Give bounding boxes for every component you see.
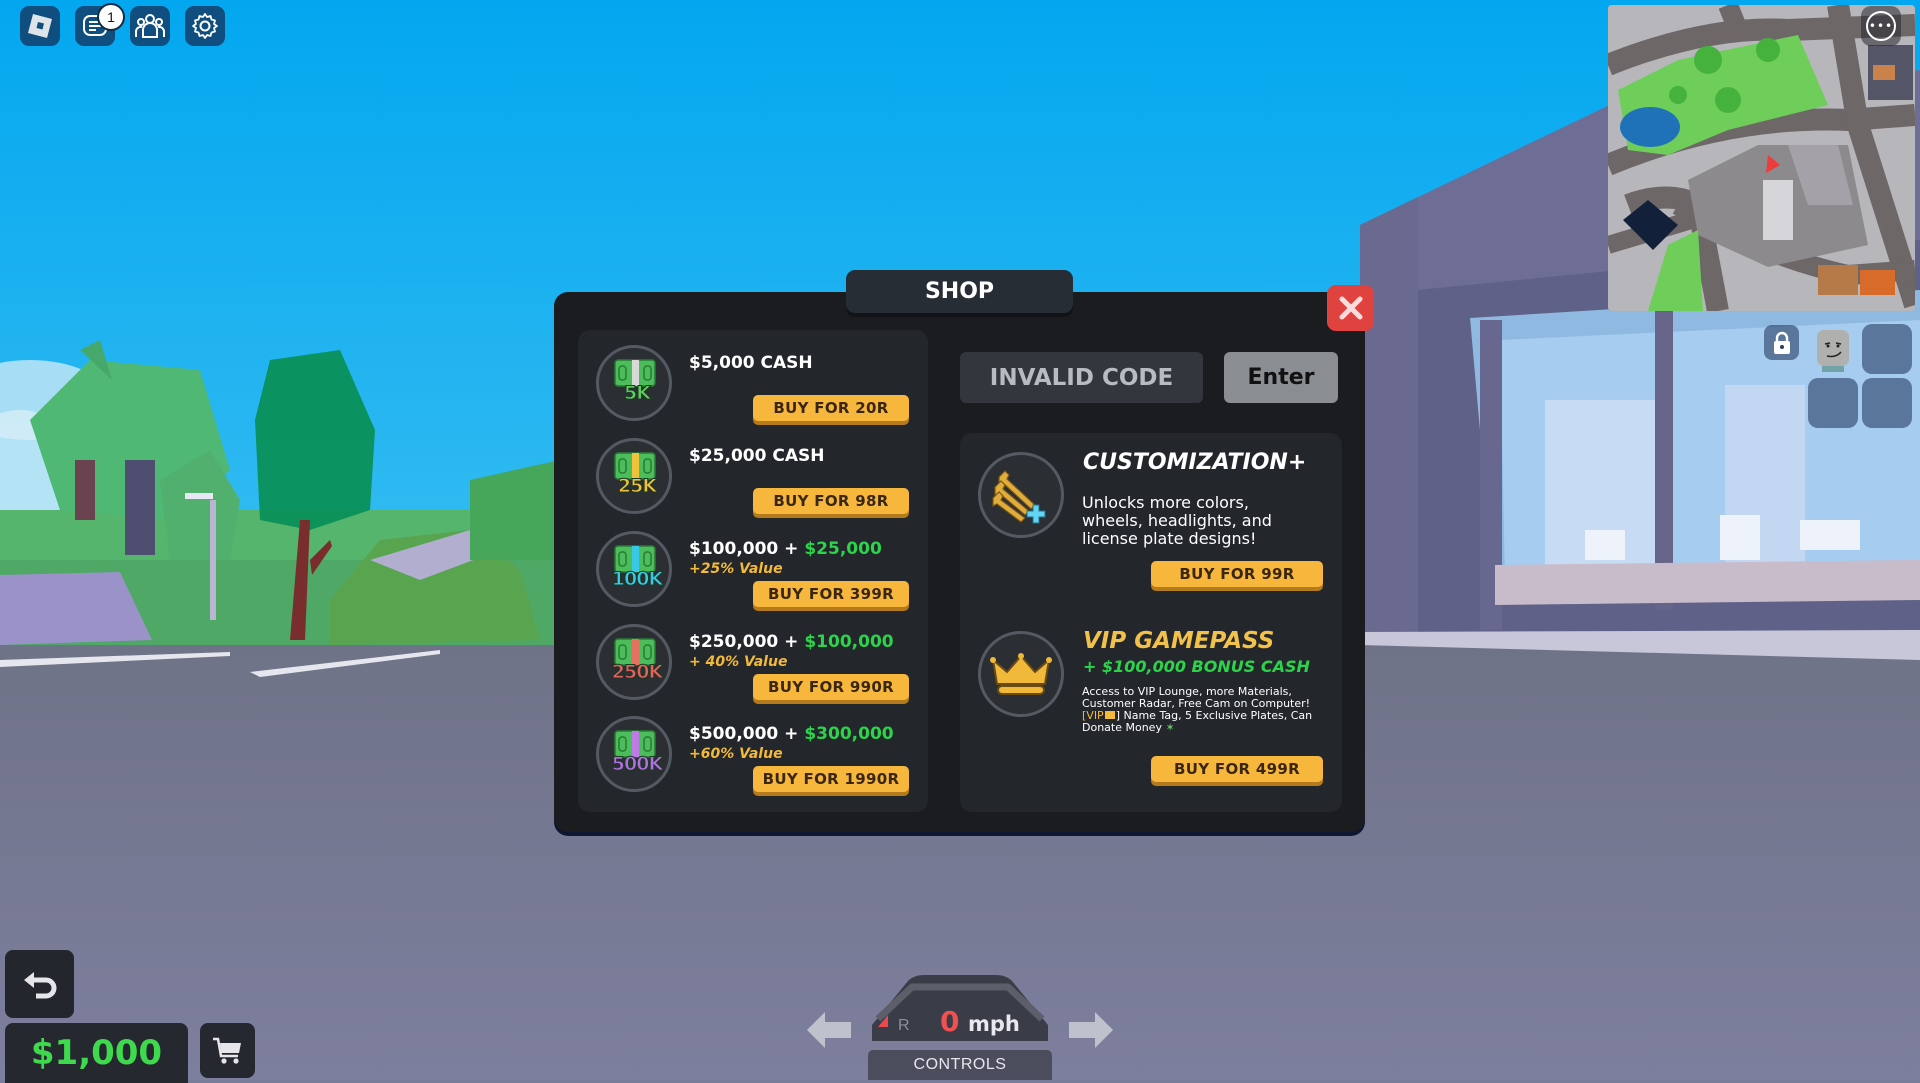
speed-unit: mph [968, 1012, 1020, 1036]
back-button[interactable] [5, 950, 74, 1018]
cash-pack-icon: 500K [596, 716, 672, 792]
cash-pack-bonus-amount: $25,000 [804, 539, 882, 559]
wrench-plus-icon [992, 470, 1046, 524]
cash-pack-amount-label: 5K [624, 382, 652, 405]
cash-pack-amount-label: 500K [611, 753, 663, 776]
minimap-map [1608, 5, 1915, 311]
cash-pack-icon: 250K [596, 624, 672, 700]
cash-pack-title: $25,000 CASH [689, 446, 824, 466]
buy-cash-pack-button[interactable]: BUY FOR 98R [753, 488, 909, 514]
arrow-right-icon[interactable] [1065, 1010, 1115, 1050]
buy-cash-pack-button[interactable]: BUY FOR 20R [753, 395, 909, 421]
close-shop-button[interactable] [1327, 285, 1374, 331]
vip-bonus-cash: + $100,000 BONUS CASH [1083, 657, 1310, 676]
cash-pack-icon: 100K [596, 531, 672, 607]
controls-button[interactable]: CONTROLS [868, 1050, 1052, 1080]
camera-lock-button[interactable] [1764, 325, 1799, 360]
arrow-left-icon[interactable] [805, 1010, 855, 1050]
settings-button[interactable] [185, 6, 225, 46]
inventory-slot[interactable] [1862, 378, 1912, 428]
more-options-button[interactable]: ••• [1861, 6, 1901, 46]
cash-pack-title: $100,000 + $25,000 [689, 539, 882, 559]
friends-button[interactable] [130, 6, 170, 46]
cash-pack-value-label: +60% Value [689, 746, 783, 762]
buy-customization-button[interactable]: BUY FOR 99R [1151, 561, 1323, 587]
crown-icon [990, 653, 1052, 695]
cash-pack-icon: 5K [596, 345, 672, 421]
enter-code-button[interactable]: Enter [1224, 352, 1338, 403]
avatar-slot[interactable] [1808, 324, 1858, 374]
close-icon [1339, 296, 1362, 320]
buy-cash-pack-button[interactable]: BUY FOR 1990R [753, 766, 909, 792]
cash-pack-amount-label: 250K [611, 661, 663, 684]
speedometer-frame [872, 975, 1048, 1041]
customization-description: Unlocks more colors, wheels, headlights,… [1082, 493, 1272, 548]
cash-pack-title: $5,000 CASH [689, 353, 813, 373]
cash-pack-base-amount: $250,000 + [689, 632, 805, 652]
customization-title: CUSTOMIZATION+ [1083, 450, 1307, 475]
code-input[interactable] [960, 352, 1203, 403]
buy-cash-pack-button[interactable]: BUY FOR 990R [753, 674, 909, 700]
shop-title: SHOP [846, 270, 1073, 313]
lock-icon [1773, 331, 1790, 354]
inventory-slot[interactable] [1862, 324, 1912, 374]
cash-pack-title: $250,000 + $100,000 [689, 632, 894, 652]
cash-pack-base-amount: $100,000 + [689, 539, 805, 559]
avatar-head-icon [1817, 330, 1849, 372]
speed-value: 0 [940, 1005, 960, 1038]
shop-cart-button[interactable] [200, 1023, 255, 1078]
gear-icon [192, 13, 218, 39]
gear-indicator: R [898, 1017, 910, 1034]
vip-description: Access to VIP Lounge, more Materials, Cu… [1082, 685, 1313, 734]
cash-pack-bonus-amount: $300,000 [804, 724, 894, 744]
money-emoji-icon: ✶ [1165, 721, 1175, 734]
buy-cash-pack-button[interactable]: BUY FOR 399R [753, 581, 909, 607]
cash-pack-bonus-amount: $100,000 [804, 632, 894, 652]
speedometer: R 0 mph [868, 975, 1052, 1045]
ellipsis-icon: ••• [1866, 11, 1896, 41]
roblox-logo-icon [28, 14, 52, 38]
cash-pack-base-amount: $25,000 CASH [689, 446, 825, 466]
cash-pack-title: $500,000 + $300,000 [689, 724, 894, 744]
vip-gamepass-icon [978, 631, 1064, 717]
chat-notification-badge: 1 [97, 3, 125, 31]
cash-pack-base-amount: $500,000 + [689, 724, 805, 744]
customization-gamepass-icon [978, 452, 1064, 538]
cash-pack-base-amount: $5,000 CASH [689, 353, 813, 373]
cash-pack-amount-label: 100K [611, 568, 663, 591]
cash-pack-value-label: +25% Value [689, 561, 783, 577]
inventory-slot[interactable] [1808, 378, 1858, 428]
people-icon [135, 14, 165, 38]
cash-pack-amount-label: 25K [617, 475, 657, 498]
buy-vip-button[interactable]: BUY FOR 499R [1151, 756, 1323, 782]
cash-pack-icon: 25K [596, 438, 672, 514]
roblox-menu-button[interactable] [20, 6, 60, 46]
vip-crown-emoji [1104, 711, 1115, 719]
minimap[interactable] [1608, 5, 1915, 311]
vip-title: VIP GAMEPASS [1083, 628, 1275, 654]
money-display: $1,000 [5, 1023, 188, 1083]
cart-icon [212, 1037, 241, 1064]
undo-icon [23, 972, 56, 999]
cash-pack-value-label: + 40% Value [689, 654, 788, 670]
